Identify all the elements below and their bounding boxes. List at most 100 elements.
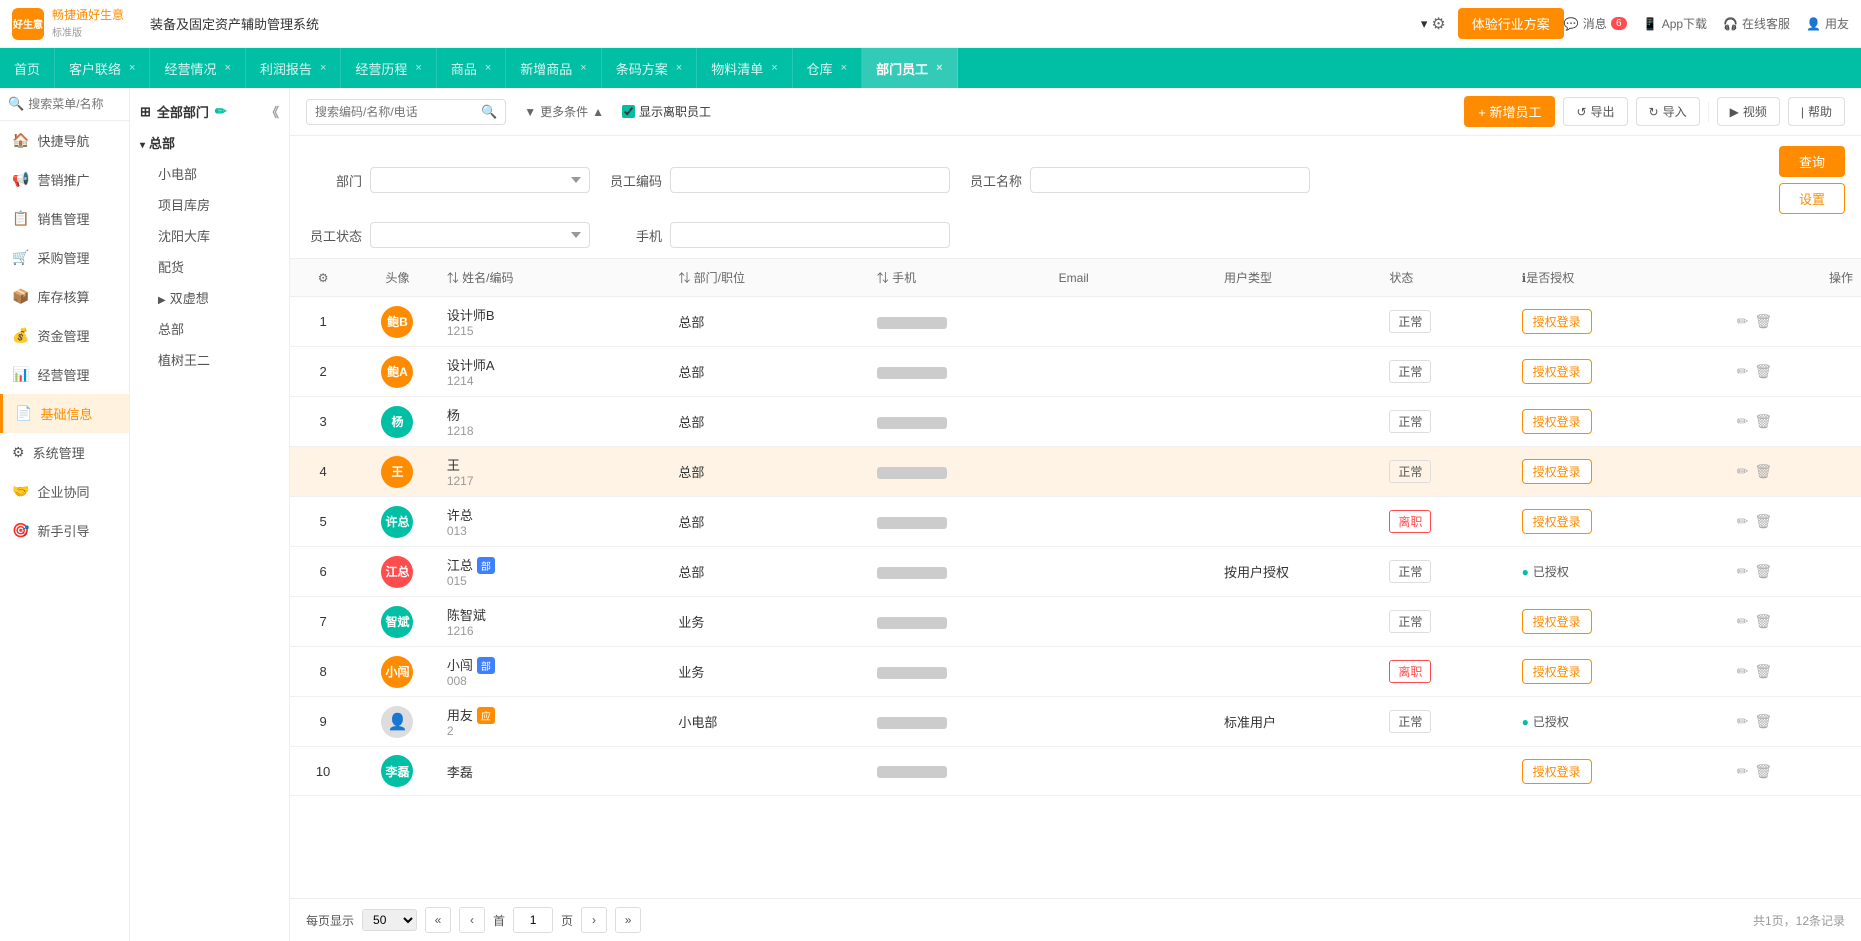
tab-goods[interactable]: 商品 × (437, 48, 506, 88)
tab-profit[interactable]: 利润报告 × (246, 48, 341, 88)
tab-customer-close[interactable]: × (129, 62, 135, 74)
th-settings[interactable]: ⚙ (290, 259, 356, 297)
dept-edit-icon[interactable]: ✏ (215, 103, 227, 120)
tab-add-goods-close[interactable]: × (580, 62, 586, 74)
tab-history-close[interactable]: × (415, 62, 421, 74)
trial-button[interactable]: 体验行业方案 (1458, 8, 1564, 39)
set-button[interactable]: 设置 (1779, 183, 1845, 214)
help-button[interactable]: | 帮助 (1788, 97, 1845, 126)
edit-icon[interactable]: ✏ (1737, 763, 1749, 780)
sidebar-item-guide[interactable]: 🎯 新手引导 (0, 511, 129, 550)
tab-home[interactable]: 首页 (0, 48, 55, 88)
edit-icon[interactable]: ✏ (1737, 463, 1749, 480)
dropdown-arrow[interactable]: ▾ (1421, 16, 1428, 32)
dept-tree-item-shenyang[interactable]: 沈阳大库 (130, 220, 289, 251)
view-button[interactable]: ▶ 视频 (1717, 97, 1780, 126)
tab-barcode[interactable]: 条码方案 × (602, 48, 697, 88)
sidebar-search-input[interactable] (28, 97, 121, 111)
per-page-select[interactable]: 50 100 200 (362, 909, 417, 931)
tab-add-goods[interactable]: 新增商品 × (506, 48, 601, 88)
auth-button[interactable]: 授权登录 (1522, 609, 1592, 634)
tab-profit-close[interactable]: × (320, 62, 326, 74)
page-number-input[interactable] (513, 907, 553, 933)
sidebar-item-sales[interactable]: 📋 销售管理 (0, 199, 129, 238)
dept-tree-item-distribution[interactable]: 配货 (130, 251, 289, 282)
auth-button[interactable]: 授权登录 (1522, 659, 1592, 684)
sidebar-item-collab[interactable]: 🤝 企业协同 (0, 472, 129, 511)
app-download-button[interactable]: 📱 App下载 (1643, 15, 1707, 32)
auth-button[interactable]: 授权登录 (1522, 459, 1592, 484)
delete-icon[interactable]: 🗑 (1754, 463, 1772, 480)
auth-button[interactable]: 授权登录 (1522, 309, 1592, 334)
add-employee-button[interactable]: + 新增员工 (1464, 96, 1555, 127)
auth-button[interactable]: 授权登录 (1522, 409, 1592, 434)
delete-icon[interactable]: 🗑 (1754, 413, 1772, 430)
user-menu[interactable]: 👤 用友 (1806, 15, 1849, 32)
tab-employees-close[interactable]: × (936, 62, 942, 74)
delete-icon[interactable]: 🗑 (1754, 513, 1772, 530)
online-service-button[interactable]: 🎧 在线客服 (1723, 15, 1790, 32)
th-dept[interactable]: ⇅ 部门/职位 (670, 259, 868, 297)
dept-tree-item-xiaodian[interactable]: 小电部 (130, 158, 289, 189)
next-page-button[interactable]: › (581, 907, 607, 933)
prev-page-button[interactable]: ‹ (459, 907, 485, 933)
tab-bom[interactable]: 物料清单 × (697, 48, 792, 88)
sidebar-item-finance[interactable]: 💰 资金管理 (0, 316, 129, 355)
tab-goods-close[interactable]: × (485, 62, 491, 74)
dept-collapse-icon[interactable]: 《 (266, 102, 279, 121)
show-resign-checkbox[interactable] (622, 105, 635, 118)
dept-tree-item-head[interactable]: 总部 (130, 313, 289, 344)
query-button[interactable]: 查询 (1779, 146, 1845, 177)
edit-icon[interactable]: ✏ (1737, 713, 1749, 730)
gear-button[interactable]: ⚙ (1431, 14, 1445, 34)
th-name[interactable]: ⇅ 姓名/编码 (439, 259, 671, 297)
edit-icon[interactable]: ✏ (1737, 513, 1749, 530)
dept-tree-item-project[interactable]: 项目库房 (130, 189, 289, 220)
import-button[interactable]: ↻ 导入 (1636, 97, 1700, 126)
last-page-button[interactable]: » (615, 907, 641, 933)
dept-tree-item-general[interactable]: ▾总部 (130, 127, 289, 158)
sidebar-item-quicknav[interactable]: 🏠 快捷导航 (0, 121, 129, 160)
emp-code-input[interactable] (670, 167, 950, 193)
auth-button[interactable]: 授权登录 (1522, 509, 1592, 534)
delete-icon[interactable]: 🗑 (1754, 613, 1772, 630)
search-input[interactable] (315, 105, 475, 119)
dept-tree-item-zhishu[interactable]: 植树王二 (130, 344, 289, 375)
th-phone[interactable]: ⇅ 手机 (869, 259, 1051, 297)
tab-customer[interactable]: 客户联络 × (55, 48, 150, 88)
sidebar-item-mgmt[interactable]: 📊 经营管理 (0, 355, 129, 394)
sidebar-item-marketing[interactable]: 📢 营销推广 (0, 160, 129, 199)
delete-icon[interactable]: 🗑 (1754, 563, 1772, 580)
first-page-button[interactable]: « (425, 907, 451, 933)
emp-name-input[interactable] (1030, 167, 1310, 193)
sidebar-item-purchase[interactable]: 🛒 采购管理 (0, 238, 129, 277)
auth-button[interactable]: 授权登录 (1522, 759, 1592, 784)
more-filter-button[interactable]: ▼ 更多条件 ▲ (516, 99, 612, 124)
tab-warehouse[interactable]: 仓库 × (793, 48, 862, 88)
export-button[interactable]: ↺ 导出 (1563, 97, 1627, 126)
phone-input[interactable] (670, 222, 950, 248)
tab-employees[interactable]: 部门员工 × (862, 48, 957, 88)
tab-barcode-close[interactable]: × (676, 62, 682, 74)
sidebar-item-system[interactable]: ⚙ 系统管理 (0, 433, 129, 472)
message-button[interactable]: 💬 消息 6 (1564, 15, 1627, 32)
delete-icon[interactable]: 🗑 (1754, 663, 1772, 680)
dept-tree-item-shuangxu[interactable]: ▶双虚想 (130, 282, 289, 313)
tab-operation[interactable]: 经营情况 × (150, 48, 245, 88)
edit-icon[interactable]: ✏ (1737, 563, 1749, 580)
edit-icon[interactable]: ✏ (1737, 613, 1749, 630)
sidebar-item-inventory[interactable]: 📦 库存核算 (0, 277, 129, 316)
dept-select[interactable] (370, 167, 590, 193)
delete-icon[interactable]: 🗑 (1754, 363, 1772, 380)
edit-icon[interactable]: ✏ (1737, 413, 1749, 430)
edit-icon[interactable]: ✏ (1737, 313, 1749, 330)
tab-operation-close[interactable]: × (224, 62, 230, 74)
status-select[interactable] (370, 222, 590, 248)
delete-icon[interactable]: 🗑 (1754, 713, 1772, 730)
delete-icon[interactable]: 🗑 (1754, 313, 1772, 330)
search-icon[interactable]: 🔍 (481, 104, 497, 120)
tab-history[interactable]: 经营历程 × (341, 48, 436, 88)
tab-warehouse-close[interactable]: × (841, 62, 847, 74)
tab-bom-close[interactable]: × (771, 62, 777, 74)
edit-icon[interactable]: ✏ (1737, 363, 1749, 380)
